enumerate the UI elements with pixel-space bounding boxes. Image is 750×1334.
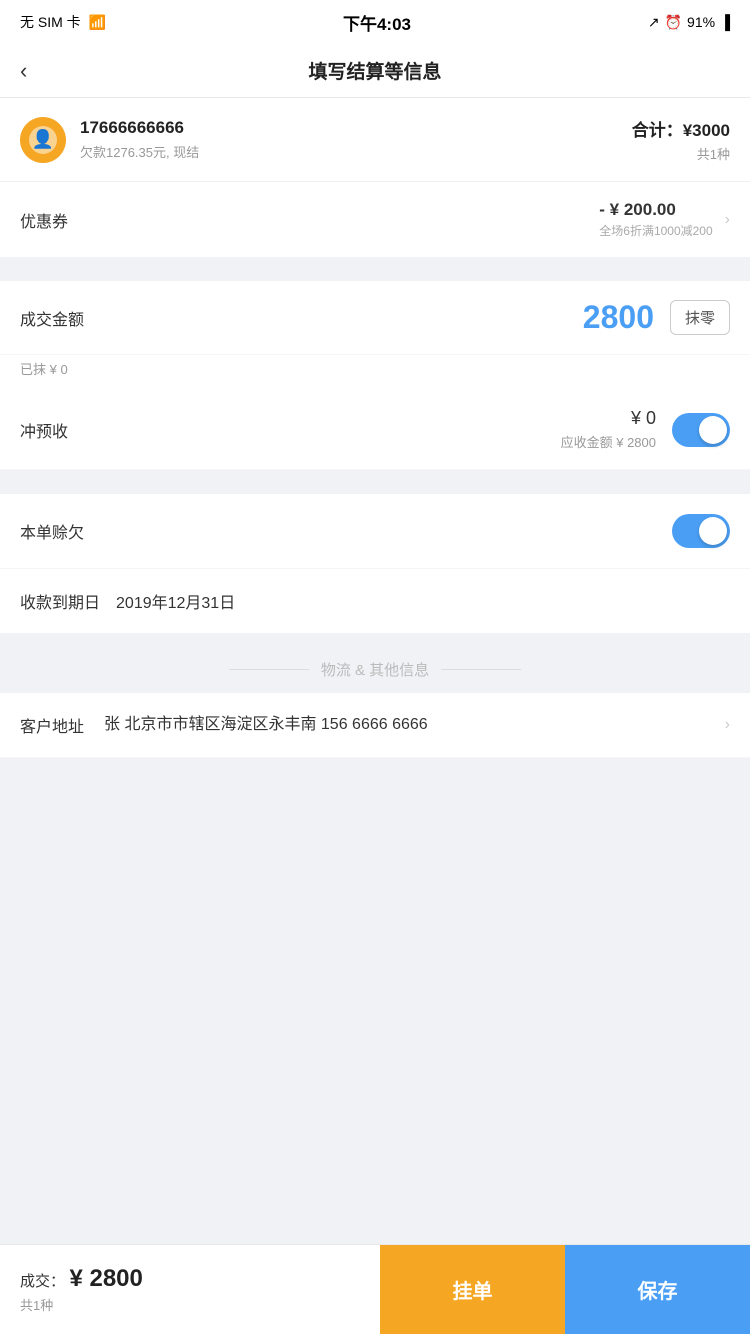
customer-debt: 欠款1276.35元, 现结 [80, 142, 632, 161]
nav-bar: ‹ 填写结算等信息 [0, 44, 750, 98]
prepay-row: 冲预收 ¥ 0 应收金额 ¥ 2800 [0, 390, 750, 470]
deferred-row: 本单赊欠 [0, 494, 750, 569]
customer-row: 👤 17666666666 欠款1276.35元, 现结 合计：¥3000 共1… [0, 98, 750, 182]
status-time: 下午4:03 [343, 10, 411, 35]
customer-phone: 17666666666 [80, 118, 632, 138]
transaction-row: 成交金额 2800 抹零 [0, 281, 750, 355]
address-value: 张 北京市市辖区海淀区永丰南 156 6666 6666 [104, 713, 717, 737]
bottom-deal-amount: ¥ 2800 [69, 1265, 142, 1292]
status-right: ↗ ⏰ 91% ▐ [648, 14, 730, 31]
toggle-thumb [699, 416, 727, 444]
total-amount: 合计：¥3000 [632, 116, 730, 141]
transaction-card: 成交金额 2800 抹零 已抹 ¥ 0 冲预收 ¥ 0 应收金额 ¥ 2800 [0, 281, 750, 470]
back-button[interactable]: ‹ [20, 58, 27, 84]
signal-text: 无 SIM 卡 [20, 12, 81, 32]
deferred-label: 本单赊欠 [20, 519, 656, 543]
coupon-desc: 全场6折满1000减200 [599, 222, 712, 239]
coupon-content: - ¥ 200.00 全场6折满1000减200 [599, 200, 712, 239]
rounded-note-row: 已抹 ¥ 0 [0, 359, 750, 390]
customer-total: 合计：¥3000 共1种 [632, 116, 730, 163]
main-content: 👤 17666666666 欠款1276.35元, 现结 合计：¥3000 共1… [0, 98, 750, 980]
logistics-line-right [441, 669, 521, 670]
prepay-label: 冲预收 [20, 418, 68, 442]
transaction-value: 2800 [583, 299, 654, 336]
bottom-deal-label: 成交： [20, 1273, 65, 1290]
section-divider-1 [0, 269, 750, 281]
save-button[interactable]: 保存 [565, 1245, 750, 1334]
alarm-icon: ⏰ [665, 14, 682, 31]
bottom-deal-line: 成交： ¥ 2800 [20, 1265, 360, 1293]
section-divider-2 [0, 482, 750, 494]
prepay-toggle[interactable] [672, 413, 730, 447]
round-button[interactable]: 抹零 [670, 300, 730, 335]
gray-area [0, 770, 750, 890]
due-date-row: 收款到期日 2019年12月31日 [0, 569, 750, 633]
wifi-icon: 📶 [89, 14, 106, 31]
address-arrow-icon: › [725, 716, 730, 734]
customer-info: 17666666666 欠款1276.35元, 现结 [80, 118, 632, 161]
deferred-toggle-thumb [699, 517, 727, 545]
coupon-label: 优惠券 [20, 208, 68, 232]
logistics-line-left [229, 669, 309, 670]
bottom-bar: 成交： ¥ 2800 共1种 挂单 保存 [0, 1244, 750, 1334]
logistics-text: 物流 & 其他信息 [321, 659, 429, 680]
location-icon: ↗ [648, 14, 660, 31]
coupon-right: - ¥ 200.00 全场6折满1000减200 › [599, 200, 730, 239]
battery-text: 91% [687, 14, 715, 30]
bottom-summary: 成交： ¥ 2800 共1种 [0, 1265, 380, 1314]
page-title: 填写结算等信息 [308, 57, 441, 84]
due-date-label: 收款到期日 [20, 589, 100, 613]
logistics-divider: 物流 & 其他信息 [0, 645, 750, 693]
logistics-label: 物流 & 其他信息 [229, 659, 521, 680]
coupon-row[interactable]: 优惠券 - ¥ 200.00 全场6折满1000减200 › [0, 182, 750, 257]
avatar: 👤 [20, 117, 66, 163]
total-count: 共1种 [632, 144, 730, 163]
already-rounded: 已抹 ¥ 0 [20, 359, 730, 378]
coupon-value: - ¥ 200.00 [599, 200, 712, 220]
status-bar: 无 SIM 卡 📶 下午4:03 ↗ ⏰ 91% ▐ [0, 0, 750, 44]
transaction-label: 成交金额 [20, 306, 84, 330]
deferred-card: 本单赊欠 收款到期日 2019年12月31日 [0, 494, 750, 633]
address-row[interactable]: 客户地址 张 北京市市辖区海淀区永丰南 156 6666 6666 › [0, 693, 750, 758]
address-card: 客户地址 张 北京市市辖区海淀区永丰南 156 6666 6666 › [0, 693, 750, 758]
status-left: 无 SIM 卡 📶 [20, 12, 106, 32]
prepay-amount: ¥ 0 [561, 408, 656, 429]
address-label: 客户地址 [20, 713, 84, 737]
customer-card: 👤 17666666666 欠款1276.35元, 现结 合计：¥3000 共1… [0, 98, 750, 257]
bottom-deal-count: 共1种 [20, 1295, 360, 1314]
hold-button[interactable]: 挂单 [380, 1245, 565, 1334]
avatar-icon: 👤 [29, 126, 57, 154]
deferred-toggle[interactable] [672, 514, 730, 548]
prepay-sub: 应收金额 ¥ 2800 [561, 432, 656, 451]
due-date-value: 2019年12月31日 [116, 589, 235, 613]
battery-icon: ▐ [720, 14, 730, 30]
coupon-arrow-icon: › [725, 211, 730, 229]
transaction-amount: 2800 [583, 299, 654, 335]
prepay-info: ¥ 0 应收金额 ¥ 2800 [561, 408, 656, 451]
